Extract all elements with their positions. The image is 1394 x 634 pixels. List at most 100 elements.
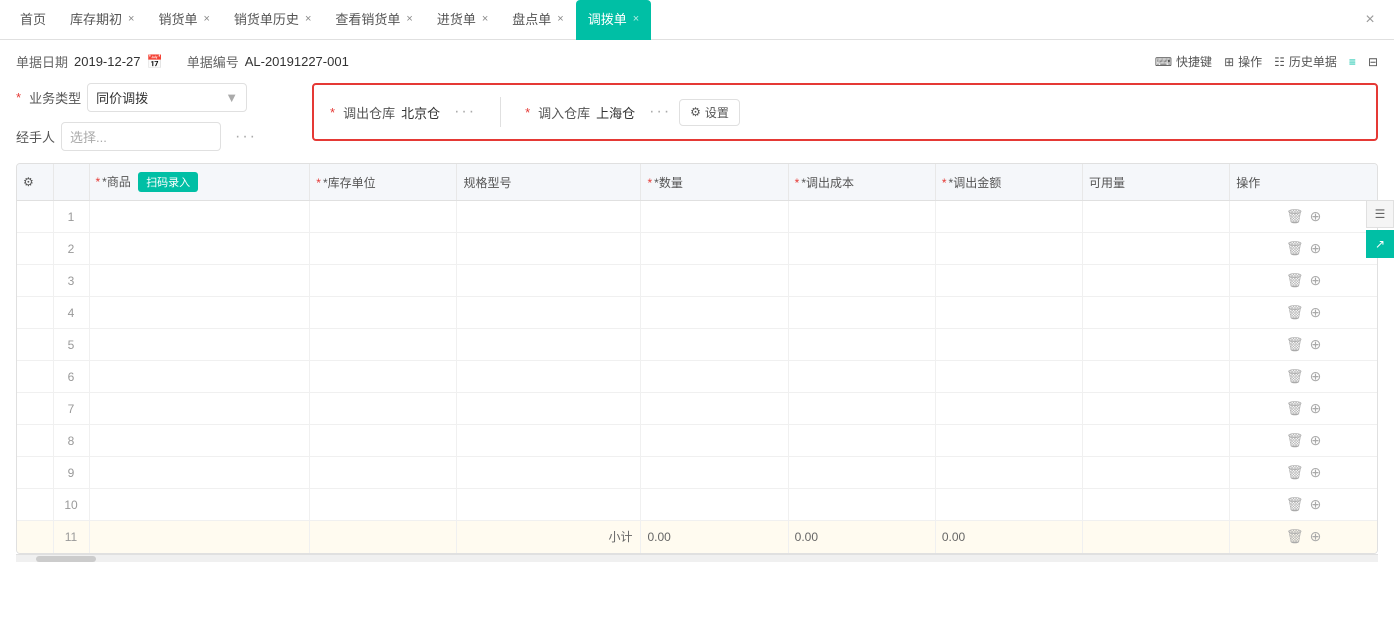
- spec-cell[interactable]: [457, 329, 641, 361]
- amount-cell[interactable]: [935, 393, 1082, 425]
- amount-cell[interactable]: [935, 425, 1082, 457]
- amount-cell[interactable]: [935, 297, 1082, 329]
- transfer-out-more-icon[interactable]: ···: [454, 103, 476, 121]
- copy-icon[interactable]: ⊕: [1310, 336, 1322, 353]
- qty-cell[interactable]: [641, 265, 788, 297]
- tab-close-transfer-order[interactable]: ×: [633, 13, 639, 25]
- unit-cell[interactable]: [310, 297, 457, 329]
- qty-cell[interactable]: [641, 329, 788, 361]
- delete-icon[interactable]: 🗑: [1286, 240, 1304, 257]
- tab-transfer-order[interactable]: 调拨单 ×: [576, 0, 651, 40]
- spec-cell[interactable]: [457, 361, 641, 393]
- product-cell[interactable]: [89, 233, 310, 265]
- unit-cell[interactable]: [310, 265, 457, 297]
- cost-cell[interactable]: [788, 489, 935, 521]
- product-cell[interactable]: [89, 201, 310, 233]
- copy-icon[interactable]: ⊕: [1310, 496, 1322, 513]
- delete-icon[interactable]: 🗑: [1286, 432, 1304, 449]
- spec-cell[interactable]: [457, 233, 641, 265]
- cost-cell[interactable]: [788, 361, 935, 393]
- qty-cell[interactable]: [641, 457, 788, 489]
- unit-cell[interactable]: [310, 425, 457, 457]
- tab-close-sales-order[interactable]: ×: [203, 13, 209, 25]
- spec-cell[interactable]: [457, 457, 641, 489]
- cost-cell[interactable]: [788, 201, 935, 233]
- delete-icon[interactable]: 🗑: [1286, 272, 1304, 289]
- delete-icon[interactable]: 🗑: [1286, 336, 1304, 353]
- avail-cell[interactable]: [1083, 393, 1230, 425]
- amount-cell[interactable]: [935, 233, 1082, 265]
- avail-cell[interactable]: [1083, 265, 1230, 297]
- operations-button[interactable]: ⊞ 操作: [1224, 53, 1262, 70]
- spec-cell[interactable]: [457, 425, 641, 457]
- layout-toggle-2[interactable]: ⊟: [1368, 55, 1378, 69]
- cost-cell[interactable]: [788, 425, 935, 457]
- cost-cell[interactable]: [788, 393, 935, 425]
- tab-view-sales[interactable]: 查看销货单 ×: [323, 0, 424, 40]
- business-type-select[interactable]: 同价调拨 ▼: [87, 83, 247, 112]
- qty-cell[interactable]: [641, 233, 788, 265]
- tab-close-view-sales[interactable]: ×: [406, 13, 412, 25]
- tab-inventory-check[interactable]: 盘点单 ×: [500, 0, 575, 40]
- unit-cell[interactable]: [310, 393, 457, 425]
- cost-cell[interactable]: [788, 457, 935, 489]
- amount-cell[interactable]: [935, 201, 1082, 233]
- product-cell[interactable]: [89, 361, 310, 393]
- unit-cell[interactable]: [310, 457, 457, 489]
- spec-cell[interactable]: [457, 201, 641, 233]
- qty-cell[interactable]: [641, 297, 788, 329]
- product-cell[interactable]: [89, 329, 310, 361]
- copy-icon[interactable]: ⊕: [1310, 368, 1322, 385]
- tab-close-inventory-check[interactable]: ×: [557, 13, 563, 25]
- delete-icon[interactable]: 🗑: [1286, 496, 1304, 513]
- transfer-in-more-icon[interactable]: ···: [649, 103, 671, 121]
- copy-icon[interactable]: ⊕: [1310, 432, 1322, 449]
- product-cell[interactable]: [89, 489, 310, 521]
- tab-inventory-init[interactable]: 库存期初 ×: [58, 0, 146, 40]
- avail-cell[interactable]: [1083, 297, 1230, 329]
- layout-toggle-1[interactable]: ≡: [1349, 55, 1356, 69]
- qty-cell[interactable]: [641, 201, 788, 233]
- handler-select[interactable]: 选择...: [61, 122, 221, 151]
- qty-cell[interactable]: [641, 393, 788, 425]
- copy-icon[interactable]: ⊕: [1310, 240, 1322, 257]
- copy-icon[interactable]: ⊕: [1310, 464, 1322, 481]
- qty-cell[interactable]: [641, 361, 788, 393]
- cost-cell[interactable]: [788, 329, 935, 361]
- tab-sales-order[interactable]: 销货单 ×: [146, 0, 221, 40]
- tab-close-purchase-order[interactable]: ×: [482, 13, 488, 25]
- avail-cell[interactable]: [1083, 425, 1230, 457]
- copy-icon[interactable]: ⊕: [1310, 208, 1322, 225]
- scan-entry-button[interactable]: 扫码录入: [138, 172, 198, 192]
- qty-cell[interactable]: [641, 425, 788, 457]
- unit-cell[interactable]: [310, 201, 457, 233]
- product-cell[interactable]: [89, 457, 310, 489]
- unit-cell[interactable]: [310, 233, 457, 265]
- amount-cell[interactable]: [935, 265, 1082, 297]
- amount-cell[interactable]: [935, 329, 1082, 361]
- product-cell[interactable]: [89, 265, 310, 297]
- avail-cell[interactable]: [1083, 201, 1230, 233]
- history-button[interactable]: ☷ 历史单据: [1274, 53, 1337, 70]
- spec-cell[interactable]: [457, 489, 641, 521]
- copy-icon[interactable]: ⊕: [1310, 400, 1322, 417]
- tab-sales-history[interactable]: 销货单历史 ×: [222, 0, 323, 40]
- avail-cell[interactable]: [1083, 329, 1230, 361]
- unit-cell[interactable]: [310, 329, 457, 361]
- window-close-button[interactable]: ×: [1354, 4, 1386, 36]
- spec-cell[interactable]: [457, 297, 641, 329]
- subtotal-copy-icon[interactable]: ⊕: [1310, 528, 1322, 545]
- subtotal-delete-icon[interactable]: 🗑: [1286, 528, 1304, 545]
- sidebar-list-button[interactable]: ☰: [1366, 200, 1394, 228]
- delete-icon[interactable]: 🗑: [1286, 368, 1304, 385]
- form-settings-button[interactable]: ⚙ 设置: [679, 99, 740, 126]
- delete-icon[interactable]: 🗑: [1286, 208, 1304, 225]
- cost-cell[interactable]: [788, 297, 935, 329]
- amount-cell[interactable]: [935, 457, 1082, 489]
- delete-icon[interactable]: 🗑: [1286, 400, 1304, 417]
- shortcuts-button[interactable]: ⌨ 快捷键: [1155, 53, 1212, 70]
- product-cell[interactable]: [89, 425, 310, 457]
- cost-cell[interactable]: [788, 265, 935, 297]
- spec-cell[interactable]: [457, 265, 641, 297]
- tab-purchase-order[interactable]: 进货单 ×: [425, 0, 500, 40]
